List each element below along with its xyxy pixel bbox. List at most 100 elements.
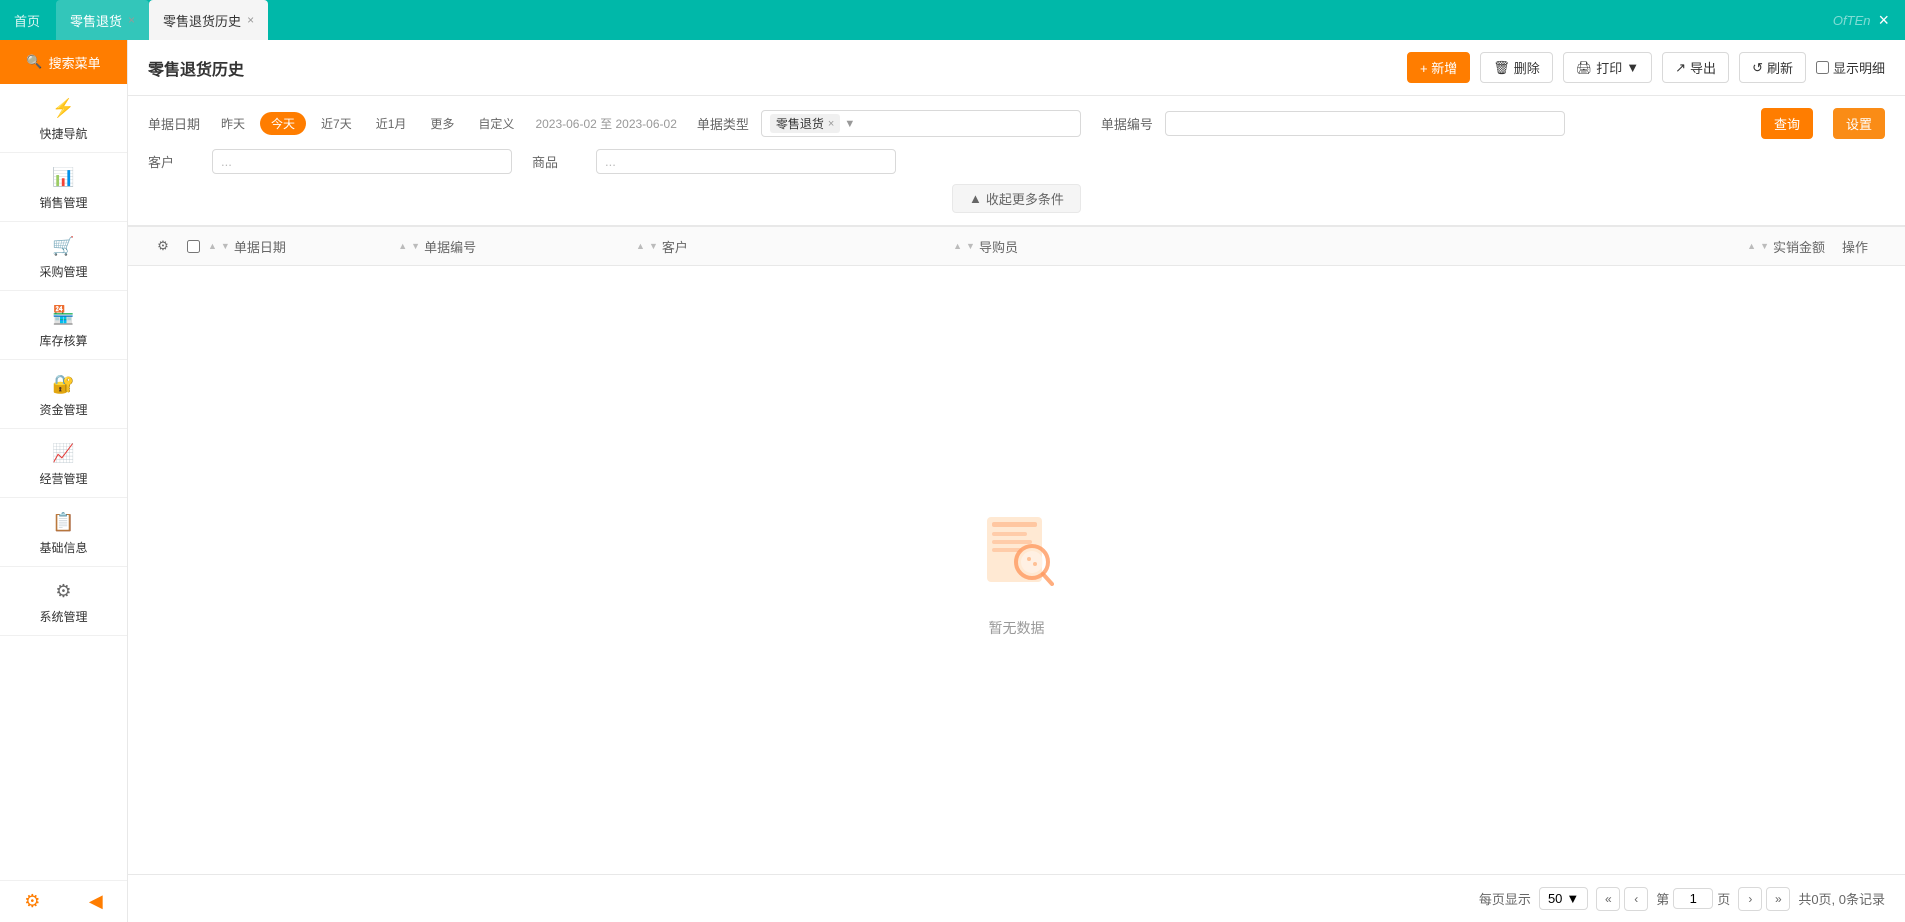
column-date-label: 单据日期 bbox=[234, 237, 286, 256]
sidebar-item-operations[interactable]: 📈 经营管理 bbox=[0, 429, 127, 498]
tab-retail-return[interactable]: 零售退货 × bbox=[56, 0, 149, 40]
customer-filter-group: 客户 ... bbox=[148, 149, 512, 174]
date-btn-1month[interactable]: 近1月 bbox=[367, 112, 416, 135]
filter-row-2: 客户 ... 商品 ... bbox=[148, 149, 1885, 174]
collapse-button[interactable]: ▲ 收起更多条件 bbox=[952, 184, 1081, 213]
select-all-checkbox[interactable] bbox=[187, 240, 200, 253]
customer-input[interactable]: ... bbox=[212, 149, 512, 174]
export-label: 导出 bbox=[1690, 58, 1716, 77]
query-button[interactable]: 查询 bbox=[1761, 108, 1813, 139]
last-page-button[interactable]: » bbox=[1766, 887, 1790, 911]
column-customer[interactable]: ▲ ▼ 客户 bbox=[636, 237, 953, 256]
sidebar-item-quick-nav[interactable]: ⚡ 快捷导航 bbox=[0, 84, 127, 153]
date-btn-7days[interactable]: 近7天 bbox=[312, 112, 361, 135]
new-button[interactable]: + 新增 bbox=[1407, 52, 1470, 83]
goods-label: 商品 bbox=[532, 152, 588, 171]
sidebar-search[interactable]: 🔍 搜索菜单 bbox=[0, 40, 127, 84]
page-label: 第 bbox=[1656, 889, 1669, 908]
date-btn-yesterday[interactable]: 昨天 bbox=[212, 112, 254, 135]
column-guide[interactable]: ▲ ▼ 导购员 bbox=[953, 237, 1191, 256]
print-icon: 🖨 bbox=[1576, 60, 1593, 76]
customer-placeholder: ... bbox=[221, 154, 232, 169]
tab-retail-return-history-close[interactable]: × bbox=[247, 13, 254, 27]
bill-sort-down-icon: ▼ bbox=[411, 241, 420, 251]
bill-no-filter-group: 单据编号 bbox=[1101, 111, 1741, 136]
sidebar-item-basic-info[interactable]: 📋 基础信息 bbox=[0, 498, 127, 567]
bill-sort-up-icon: ▲ bbox=[398, 241, 407, 251]
goods-input[interactable]: ... bbox=[596, 149, 896, 174]
finance-icon: 🔐 bbox=[52, 374, 74, 395]
column-checkbox[interactable] bbox=[178, 240, 208, 253]
page-header: 零售退货历史 + 新增 🗑 删除 🖨 打印 ▼ ↗ 导出 ↺ bbox=[128, 40, 1905, 96]
empty-state: 暂无数据 bbox=[128, 266, 1905, 874]
sidebar-item-purchase-mgmt[interactable]: 🛒 采购管理 bbox=[0, 222, 127, 291]
sidebar-item-operations-label: 经营管理 bbox=[39, 470, 87, 487]
table-area: ⚙ ▲ ▼ 单据日期 ▲ ▼ 单据编号 ▲ ▼ 客户 bbox=[128, 226, 1905, 874]
page-input-group: 第 页 bbox=[1656, 888, 1730, 909]
tab-retail-return-close[interactable]: × bbox=[128, 13, 135, 27]
tab-retail-return-history[interactable]: 零售退货历史 × bbox=[149, 0, 268, 40]
bill-no-label: 单据编号 bbox=[1101, 114, 1157, 133]
bill-type-input[interactable]: 零售退货 × ▼ bbox=[761, 110, 1081, 137]
page-total: 共0页, 0条记录 bbox=[1798, 889, 1885, 908]
per-page-dropdown-arrow: ▼ bbox=[1566, 891, 1579, 906]
filter-area: 单据日期 昨天 今天 近7天 近1月 更多 自定义 2023-06-02 至 2… bbox=[128, 96, 1905, 226]
date-btn-today[interactable]: 今天 bbox=[260, 112, 306, 135]
export-button[interactable]: ↗ 导出 bbox=[1662, 52, 1729, 83]
bill-type-tag-close[interactable]: × bbox=[828, 118, 834, 130]
column-bill-no-label: 单据编号 bbox=[424, 237, 476, 256]
sidebar-item-finance[interactable]: 🔐 资金管理 bbox=[0, 360, 127, 429]
tab-retail-return-history-label: 零售退货历史 bbox=[163, 11, 241, 30]
next-page-button[interactable]: › bbox=[1738, 887, 1762, 911]
bill-no-input[interactable] bbox=[1165, 111, 1565, 136]
first-page-button[interactable]: « bbox=[1596, 887, 1620, 911]
empty-text: 暂无数据 bbox=[989, 618, 1045, 638]
per-page-select[interactable]: 50 ▼ bbox=[1539, 887, 1588, 910]
column-bill-no[interactable]: ▲ ▼ 单据编号 bbox=[398, 237, 636, 256]
sidebar-item-sales-mgmt[interactable]: 📊 销售管理 bbox=[0, 153, 127, 222]
goods-placeholder: ... bbox=[605, 154, 616, 169]
sort-up-icon: ▲ bbox=[208, 241, 217, 251]
date-btn-custom[interactable]: 自定义 bbox=[469, 112, 523, 135]
sidebar-item-basic-info-label: 基础信息 bbox=[39, 539, 87, 556]
bill-type-tag-text: 零售退货 bbox=[776, 115, 824, 132]
setting-button[interactable]: 设置 bbox=[1833, 108, 1885, 139]
column-action-label: 操作 bbox=[1842, 237, 1868, 256]
print-dropdown-arrow: ▼ bbox=[1626, 60, 1639, 75]
collapse-sidebar-icon[interactable]: ◀ bbox=[89, 891, 103, 912]
tab-home[interactable]: 首页 bbox=[0, 0, 54, 40]
show-detail-checkbox[interactable] bbox=[1816, 61, 1829, 74]
sidebar-item-sales-label: 销售管理 bbox=[39, 194, 87, 211]
empty-illustration bbox=[967, 502, 1067, 602]
column-settings-icon: ⚙ bbox=[157, 238, 169, 254]
date-filter-label: 单据日期 bbox=[148, 114, 204, 133]
refresh-label: 刷新 bbox=[1767, 58, 1793, 77]
sidebar-item-inventory[interactable]: 🏪 库存核算 bbox=[0, 291, 127, 360]
column-date[interactable]: ▲ ▼ 单据日期 bbox=[208, 237, 398, 256]
system-icon: ⚙ bbox=[55, 581, 71, 602]
window-close-button[interactable]: × bbox=[1878, 10, 1889, 31]
delete-button[interactable]: 🗑 删除 bbox=[1480, 52, 1553, 83]
sidebar-item-finance-label: 资金管理 bbox=[39, 401, 87, 418]
column-action: 操作 bbox=[1825, 237, 1885, 256]
column-guide-label: 导购员 bbox=[979, 237, 1018, 256]
settings-bottom-icon[interactable]: ⚙ bbox=[24, 891, 40, 912]
per-page-value: 50 bbox=[1548, 891, 1562, 906]
column-settings[interactable]: ⚙ bbox=[148, 238, 178, 254]
basic-info-icon: 📋 bbox=[52, 512, 74, 533]
show-detail-toggle[interactable]: 显示明细 bbox=[1816, 58, 1885, 77]
prev-page-button[interactable]: ‹ bbox=[1624, 887, 1648, 911]
watermark-text: OfTEn bbox=[1833, 13, 1871, 28]
sidebar-item-system-mgmt[interactable]: ⚙ 系统管理 bbox=[0, 567, 127, 636]
guide-sort-down-icon: ▼ bbox=[966, 241, 975, 251]
top-bar: 首页 零售退货 × 零售退货历史 × OfTEn × bbox=[0, 0, 1905, 40]
refresh-button[interactable]: ↺ 刷新 bbox=[1739, 52, 1806, 83]
purchase-icon: 🛒 bbox=[52, 236, 74, 257]
sidebar-item-inventory-label: 库存核算 bbox=[39, 332, 87, 349]
tab-home-label: 首页 bbox=[14, 11, 40, 30]
bill-type-label: 单据类型 bbox=[697, 114, 753, 133]
date-btn-more[interactable]: 更多 bbox=[421, 112, 463, 135]
print-button[interactable]: 🖨 打印 ▼ bbox=[1563, 52, 1652, 83]
page-number-input[interactable] bbox=[1673, 888, 1713, 909]
column-amount[interactable]: ▲ ▼ 实销金额 bbox=[1666, 237, 1825, 256]
